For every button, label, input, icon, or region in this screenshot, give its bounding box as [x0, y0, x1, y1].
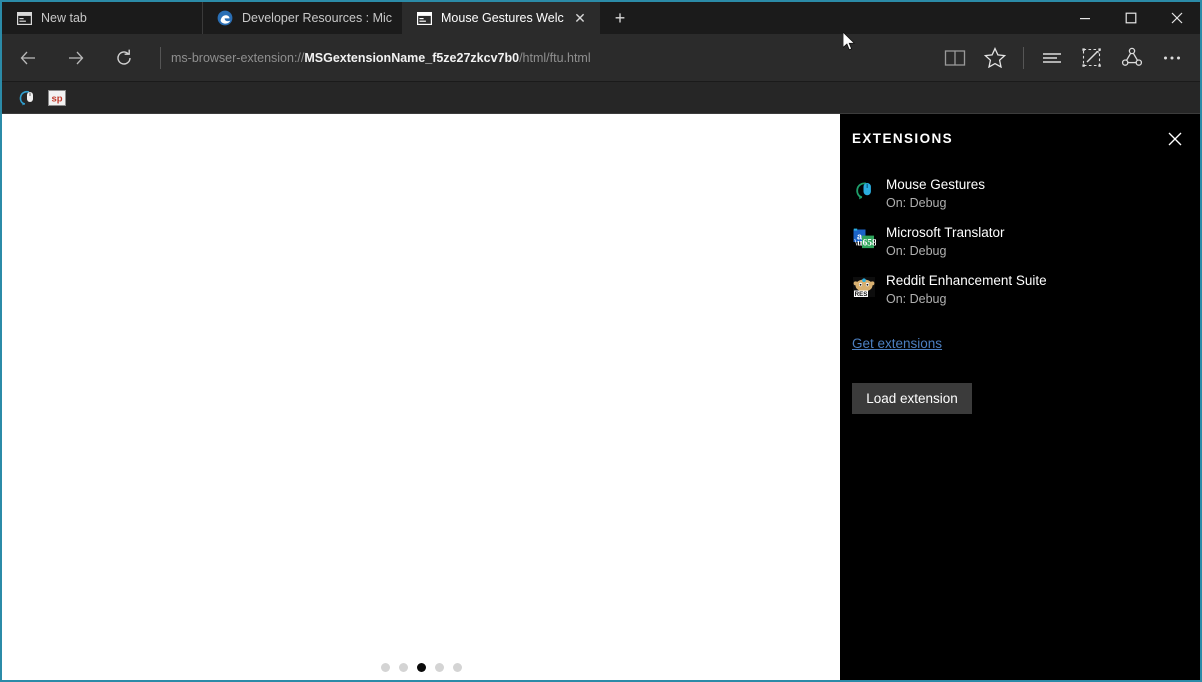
window-page-icon	[416, 10, 432, 26]
svg-text:RES: RES	[855, 291, 868, 298]
tab-developer-resources[interactable]: Developer Resources : Micrо	[202, 2, 402, 34]
close-icon[interactable]	[1160, 124, 1190, 154]
pagination-dot[interactable]	[453, 663, 462, 672]
address-bar[interactable]: ms-browser-extension://MSGextensionName_…	[171, 42, 935, 74]
extensions-panel: EXTENSIONS Mouse	[840, 114, 1200, 680]
maximize-button[interactable]	[1108, 2, 1154, 34]
pagination-dot[interactable]	[381, 663, 390, 672]
browser-toolbar: ms-browser-extension://MSGextensionName_…	[2, 34, 1200, 82]
extension-name: Mouse Gestures	[886, 176, 985, 194]
pagination-dot[interactable]	[435, 663, 444, 672]
tab-strip: New tab Developer Resources : Micrо	[2, 2, 1200, 34]
load-extension-button[interactable]: Load extension	[852, 383, 972, 414]
extension-status: On: Debug	[886, 242, 1005, 260]
toolbar-divider	[160, 47, 161, 69]
reading-view-icon[interactable]	[935, 38, 975, 78]
url-scheme: ms-browser-extension://	[171, 51, 304, 65]
svg-text:\u6587: \u6587	[854, 239, 876, 249]
tab-close-button[interactable]: ✕	[570, 8, 590, 28]
tab-mouse-gestures-welcome[interactable]: Mouse Gestures Welcor ✕	[402, 2, 600, 34]
edge-logo-icon	[217, 10, 233, 26]
extension-name: Reddit Enhancement Suite	[886, 272, 1047, 290]
tab-label: New tab	[41, 11, 192, 25]
settings-more-icon[interactable]	[1152, 38, 1192, 78]
page-content-area	[2, 114, 840, 680]
pagination-dot[interactable]	[399, 663, 408, 672]
panel-title: EXTENSIONS	[852, 131, 953, 146]
tab-label: Developer Resources : Micrо	[242, 11, 392, 25]
extensions-list: Mouse Gestures On: Debug a \u6587 Micros…	[840, 170, 1200, 314]
get-extensions-link[interactable]: Get extensions	[852, 336, 942, 351]
extension-toolbar: sp	[2, 82, 1200, 114]
ftu-pagination	[2, 663, 840, 672]
translator-icon: a \u6587	[852, 227, 876, 251]
window-controls	[1062, 2, 1200, 34]
forward-button[interactable]	[54, 38, 98, 78]
extension-status: On: Debug	[886, 290, 1047, 308]
window-page-icon	[16, 10, 32, 26]
mouse-gestures-toolbar-icon[interactable]	[12, 86, 38, 110]
list-item[interactable]: RES Reddit Enhancement Suite On: Debug	[840, 266, 1200, 314]
favorites-star-icon[interactable]	[975, 38, 1015, 78]
pagination-dot-active[interactable]	[417, 663, 426, 672]
close-button[interactable]	[1154, 2, 1200, 34]
extensions-panel-header: EXTENSIONS	[840, 114, 1200, 162]
url-path: /html/ftu.html	[519, 51, 591, 65]
sp-extension-toolbar-icon[interactable]: sp	[44, 86, 70, 110]
tab-label: Mouse Gestures Welcor	[441, 11, 564, 25]
hub-icon[interactable]	[1032, 38, 1072, 78]
toolbar-separator	[1023, 47, 1024, 69]
url-host: MSGextensionName_f5ze27zkcv7b0	[304, 51, 519, 65]
web-note-icon[interactable]	[1072, 38, 1112, 78]
mouse-gesture-icon	[852, 179, 876, 203]
share-icon[interactable]	[1112, 38, 1152, 78]
browser-window: New tab Developer Resources : Micrо	[0, 0, 1202, 682]
svg-text:sp: sp	[51, 93, 62, 104]
tab-new-tab[interactable]: New tab	[2, 2, 202, 34]
list-item[interactable]: Mouse Gestures On: Debug	[840, 170, 1200, 218]
extension-status: On: Debug	[886, 194, 985, 212]
list-item[interactable]: a \u6587 Microsoft Translator On: Debug	[840, 218, 1200, 266]
new-tab-button[interactable]: +	[600, 2, 640, 34]
back-button[interactable]	[6, 38, 50, 78]
refresh-button[interactable]	[102, 38, 146, 78]
minimize-button[interactable]	[1062, 2, 1108, 34]
reddit-res-icon: RES	[852, 275, 876, 299]
extension-name: Microsoft Translator	[886, 224, 1005, 242]
toolbar-actions	[935, 38, 1192, 78]
